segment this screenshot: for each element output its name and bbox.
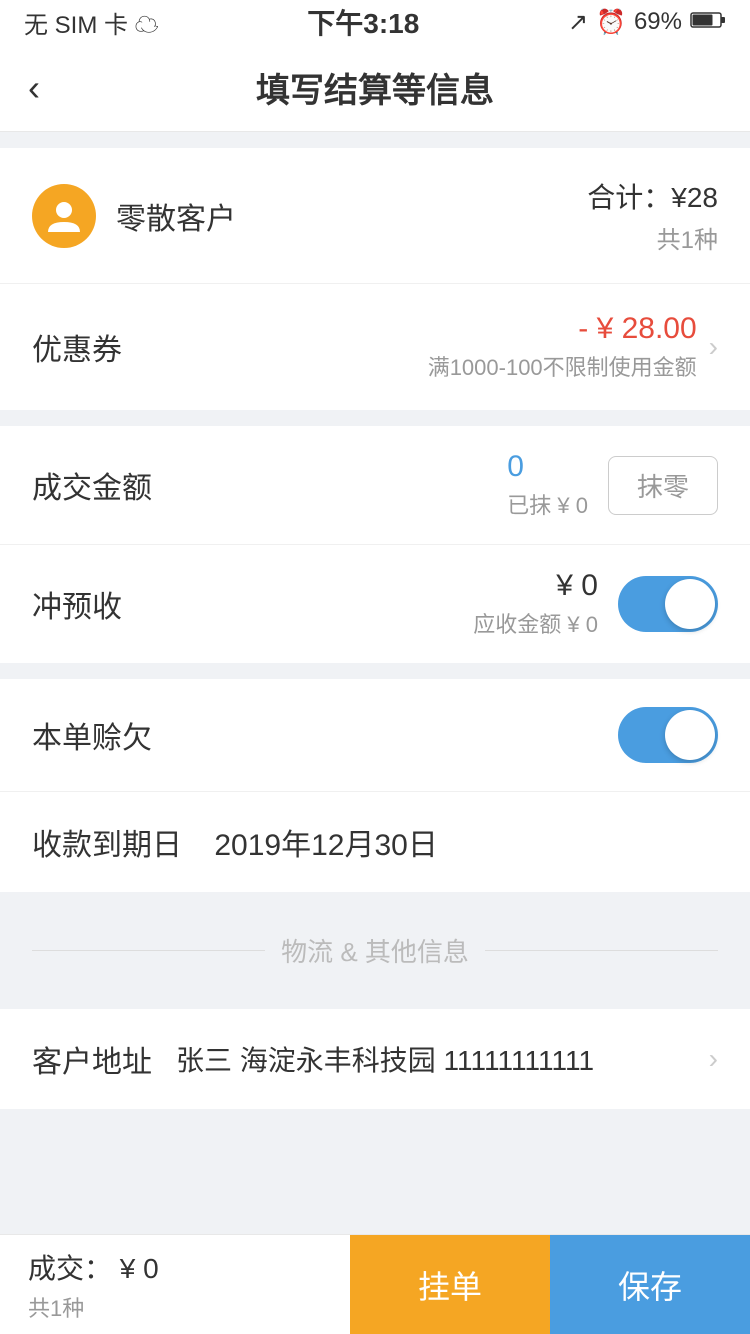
- customer-left: 零散客户: [32, 184, 236, 248]
- credit-section: 本单赊欠 收款到期日 2019年12月30日: [0, 679, 750, 892]
- deal-sub: 已抹 ¥ 0: [507, 488, 588, 520]
- coupon-label: 优惠券: [32, 325, 122, 369]
- back-button[interactable]: ‹: [28, 67, 40, 109]
- coupon-chevron-icon: ›: [709, 331, 718, 363]
- status-bar-time: 下午3:18: [307, 2, 419, 42]
- prepay-right: ¥ 0 应收金额 ¥ 0: [473, 569, 718, 639]
- location-icon: ↗: [568, 8, 588, 37]
- bottom-count: 共1种: [28, 1291, 322, 1323]
- address-row[interactable]: 客户地址 张三 海淀永丰科技园 11111111111 ›: [0, 1009, 750, 1109]
- logistics-header: 物流 & 其他信息: [0, 908, 750, 993]
- bottom-deal-label: 成交：: [28, 1253, 112, 1284]
- hang-button[interactable]: 挂单: [350, 1235, 550, 1334]
- customer-name: 零散客户: [116, 194, 236, 238]
- address-label: 客户地址: [32, 1037, 152, 1081]
- bottom-info: 成交： ¥ 0 共1种: [0, 1235, 350, 1334]
- credit-row: 本单赊欠: [0, 679, 750, 791]
- logistics-section: 物流 & 其他信息: [0, 908, 750, 993]
- coupon-row[interactable]: 优惠券 - ¥ 28.00 满1000-100不限制使用金额 ›: [0, 283, 750, 410]
- due-label: 收款到期日: [32, 829, 182, 862]
- logistics-label: 物流 & 其他信息: [281, 932, 469, 969]
- credit-toggle[interactable]: [618, 707, 718, 763]
- coupon-right: - ¥ 28.00 满1000-100不限制使用金额 ›: [428, 312, 718, 382]
- prepay-label: 冲预收: [32, 582, 122, 626]
- bottom-deal-value: ¥ 0: [120, 1253, 159, 1284]
- main-content: 零散客户 合计：¥28 共1种 优惠券 - ¥ 28.00 满1000-100不…: [0, 148, 750, 1225]
- credit-toggle-knob: [665, 710, 715, 760]
- prepay-left: 冲预收: [32, 582, 122, 626]
- status-bar: 无 SIM 卡 ☁ 下午3:18 ↗ ⏰ 69%: [0, 0, 750, 44]
- prepay-value: ¥ 0: [473, 569, 598, 603]
- address-section: 客户地址 张三 海淀永丰科技园 11111111111 ›: [0, 1009, 750, 1109]
- prepay-info: ¥ 0 应收金额 ¥ 0: [473, 569, 598, 639]
- customer-row: 零散客户 合计：¥28 共1种: [0, 148, 750, 283]
- address-chevron-icon: ›: [709, 1043, 718, 1075]
- bottom-bar: 成交： ¥ 0 共1种 挂单 保存: [0, 1234, 750, 1334]
- alarm-icon: ⏰: [596, 8, 626, 37]
- save-button[interactable]: 保存: [550, 1235, 750, 1334]
- battery-icon: [690, 8, 726, 36]
- due-row: 收款到期日 2019年12月30日: [0, 791, 750, 892]
- bottom-deal-row: 成交： ¥ 0: [28, 1247, 322, 1287]
- customer-section: 零散客户 合计：¥28 共1种 优惠券 - ¥ 28.00 满1000-100不…: [0, 148, 750, 410]
- deal-value: 0: [507, 450, 588, 484]
- customer-count: 共1种: [587, 220, 718, 255]
- toggle-knob: [665, 579, 715, 629]
- page-title: 填写结算等信息: [256, 63, 494, 112]
- deal-right: 0 已抹 ¥ 0 抹零: [507, 450, 718, 520]
- round-zero-button[interactable]: 抹零: [608, 456, 718, 515]
- credit-label: 本单赊欠: [32, 713, 152, 757]
- deal-row: 成交金额 0 已抹 ¥ 0 抹零: [0, 426, 750, 545]
- status-bar-left: 无 SIM 卡 ☁: [24, 5, 159, 40]
- no-sim-label: 无 SIM 卡 ☁: [24, 5, 159, 40]
- status-bar-right: ↗ ⏰ 69%: [568, 8, 726, 37]
- customer-avatar: [32, 184, 96, 248]
- prepay-row: 冲预收 ¥ 0 应收金额 ¥ 0: [0, 545, 750, 663]
- coupon-discount: - ¥ 28.00: [428, 312, 697, 346]
- due-date: 2019年12月30日: [214, 829, 437, 862]
- deal-section: 成交金额 0 已抹 ¥ 0 抹零 冲预收 ¥ 0 应收金额 ¥ 0: [0, 426, 750, 663]
- battery-label: 69%: [634, 8, 682, 36]
- coupon-info: - ¥ 28.00 满1000-100不限制使用金额: [428, 312, 697, 382]
- address-value: 张三 海淀永丰科技园 11111111111: [176, 1039, 709, 1079]
- customer-total: 合计：¥28: [587, 176, 718, 216]
- coupon-desc: 满1000-100不限制使用金额: [428, 350, 697, 382]
- prepay-sub: 应收金额 ¥ 0: [473, 607, 598, 639]
- prepay-toggle[interactable]: [618, 576, 718, 632]
- deal-value-col: 0 已抹 ¥ 0: [507, 450, 588, 520]
- deal-label: 成交金额: [32, 463, 152, 507]
- nav-bar: ‹ 填写结算等信息: [0, 44, 750, 132]
- customer-right: 合计：¥28 共1种: [587, 176, 718, 255]
